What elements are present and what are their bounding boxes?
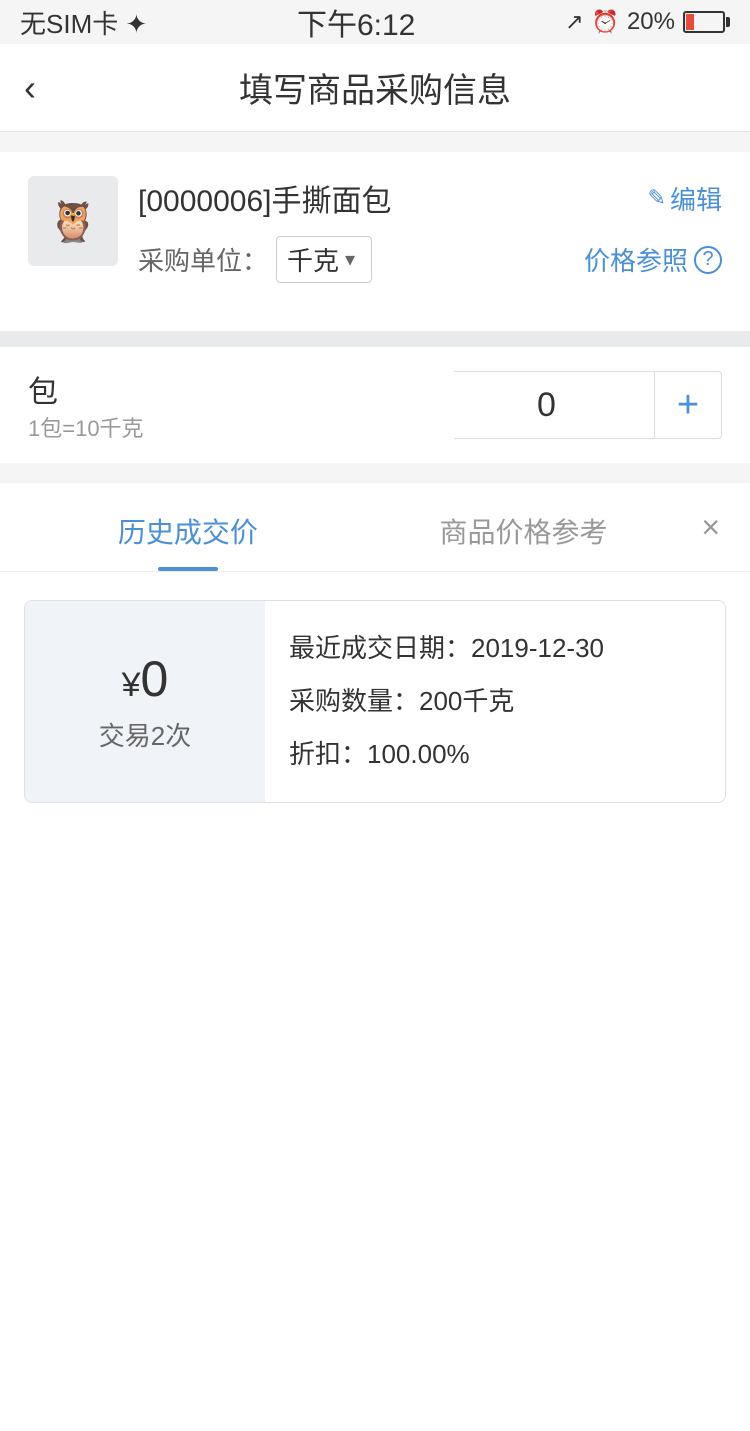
- product-card: 🦉 [0000006]手撕面包 ✎ 编辑 采购单位： 千克 ▾: [0, 152, 750, 331]
- location-icon: ↗: [565, 9, 583, 35]
- page-title: 填写商品采购信息: [239, 63, 511, 112]
- carrier-text: 无SIM卡 ✦: [20, 4, 147, 41]
- unit-select[interactable]: 千克 ▾: [276, 236, 372, 283]
- product-thumb-icon: 🦉: [48, 198, 98, 245]
- back-button[interactable]: ‹: [24, 57, 46, 119]
- tabs-header: 历史成交价 商品价格参考 ×: [0, 483, 750, 572]
- quantity-row: 包 1包=10千克 +: [0, 347, 750, 463]
- unit-row: 采购单位： 千克 ▾ 价格参照 ?: [138, 236, 722, 283]
- discount-label: 折扣：: [289, 739, 367, 769]
- history-card: ¥0 交易2次 最近成交日期：2019-12-30 采购数量：200千克 折扣：…: [24, 600, 726, 803]
- recent-date-row: 最近成交日期：2019-12-30: [289, 629, 701, 668]
- product-header: 🦉 [0000006]手撕面包 ✎ 编辑 采购单位： 千克 ▾: [28, 176, 722, 283]
- unit-label: 采购单位：: [138, 241, 268, 278]
- price-number: 0: [141, 651, 169, 707]
- battery-icon: [683, 11, 730, 33]
- product-name: [0000006]手撕面包: [138, 176, 391, 220]
- yen-symbol: ¥: [122, 666, 141, 704]
- empty-space: [0, 831, 750, 1431]
- price-ref-button[interactable]: 价格参照 ?: [584, 241, 722, 278]
- price-ref-label: 价格参照: [584, 241, 688, 278]
- qty-label-block: 包 1包=10千克: [28, 367, 144, 443]
- recent-date-value: 2019-12-30: [471, 633, 604, 663]
- status-time: 下午6:12: [297, 0, 415, 44]
- status-carrier: 无SIM卡 ✦: [20, 4, 147, 41]
- quantity-increment-button[interactable]: +: [654, 371, 722, 439]
- product-name-row: [0000006]手撕面包 ✎ 编辑: [138, 176, 722, 220]
- price-ref-help-icon: ?: [694, 246, 722, 274]
- edit-label: 编辑: [670, 180, 722, 217]
- quantity-input[interactable]: [454, 371, 654, 439]
- status-icons: ↗ ⏰ 20%: [565, 8, 730, 36]
- edit-pencil-icon: ✎: [648, 185, 666, 211]
- tab-history-price[interactable]: 历史成交价: [20, 483, 356, 571]
- history-trade-count: 交易2次: [99, 716, 191, 753]
- unit-value: 千克: [287, 241, 339, 278]
- nav-bar: ‹ 填写商品采购信息: [0, 44, 750, 132]
- edit-button[interactable]: ✎ 编辑: [648, 180, 722, 217]
- chevron-down-icon: ▾: [345, 247, 355, 272]
- purchase-qty-value: 200千克: [419, 686, 514, 716]
- qty-input-block: +: [454, 371, 722, 439]
- discount-row: 折扣：100.00%: [289, 735, 701, 774]
- status-bar: 无SIM卡 ✦ 下午6:12 ↗ ⏰ 20%: [0, 0, 750, 44]
- product-info: [0000006]手撕面包 ✎ 编辑 采购单位： 千克 ▾ 价格参照 ?: [138, 176, 722, 283]
- alarm-icon: ⏰: [592, 9, 619, 35]
- discount-value: 100.00%: [367, 739, 470, 769]
- history-price-value: ¥0: [122, 650, 169, 708]
- qty-unit-label: 包: [28, 367, 144, 411]
- recent-date-label: 最近成交日期：: [289, 633, 471, 663]
- product-thumbnail: 🦉: [28, 176, 118, 266]
- section-divider: [0, 331, 750, 347]
- tab-content: ¥0 交易2次 最近成交日期：2019-12-30 采购数量：200千克 折扣：…: [0, 572, 750, 831]
- purchase-qty-row: 采购数量：200千克: [289, 682, 701, 721]
- battery-percent: 20%: [627, 8, 675, 36]
- tabs-close-button[interactable]: ×: [691, 489, 730, 566]
- qty-convert-label: 1包=10千克: [28, 411, 144, 443]
- purchase-qty-label: 采购数量：: [289, 686, 419, 716]
- history-details: 最近成交日期：2019-12-30 采购数量：200千克 折扣：100.00%: [265, 601, 725, 802]
- history-price-block: ¥0 交易2次: [25, 601, 265, 802]
- tabs-panel: 历史成交价 商品价格参考 × ¥0 交易2次 最近成交日期：2019-12-30…: [0, 483, 750, 831]
- tab-product-price-ref[interactable]: 商品价格参考: [356, 483, 692, 571]
